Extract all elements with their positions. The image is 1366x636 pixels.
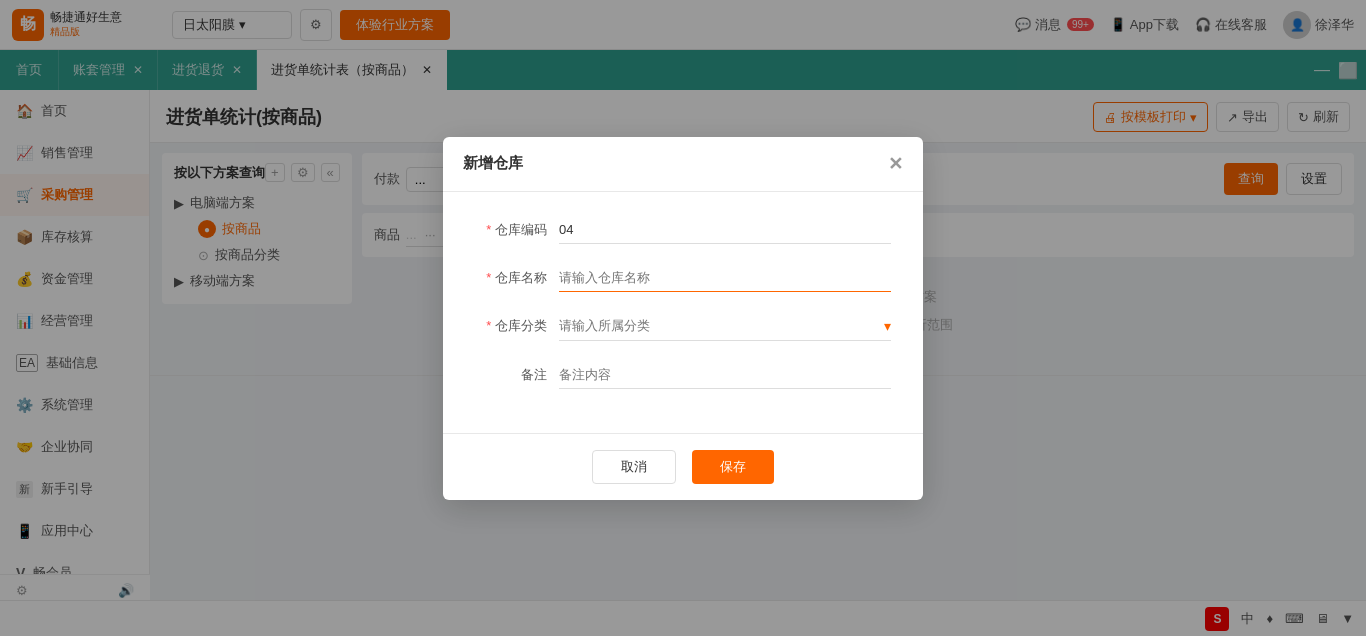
remark-label: 备注 bbox=[475, 366, 547, 384]
save-button[interactable]: 保存 bbox=[692, 450, 774, 484]
category-label: 仓库分类 bbox=[475, 317, 547, 335]
name-input[interactable] bbox=[559, 264, 891, 292]
form-row-remark: 备注 bbox=[475, 361, 891, 389]
dialog-title: 新增仓库 bbox=[463, 154, 523, 173]
dialog-body: 仓库编码 仓库名称 仓库分类 ▾ 备注 bbox=[443, 192, 923, 433]
category-select[interactable]: ▾ bbox=[559, 312, 891, 341]
form-row-name: 仓库名称 bbox=[475, 264, 891, 292]
cancel-button[interactable]: 取消 bbox=[592, 450, 676, 484]
category-chevron-icon: ▾ bbox=[884, 318, 891, 334]
dialog-overlay: 新增仓库 ✕ 仓库编码 仓库名称 仓库分类 ▾ bbox=[0, 0, 1366, 636]
name-label: 仓库名称 bbox=[475, 269, 547, 287]
dialog-footer: 取消 保存 bbox=[443, 433, 923, 500]
dialog-header: 新增仓库 ✕ bbox=[443, 137, 923, 192]
form-row-code: 仓库编码 bbox=[475, 216, 891, 244]
code-input[interactable] bbox=[559, 216, 891, 244]
remark-input[interactable] bbox=[559, 361, 891, 389]
category-input[interactable] bbox=[559, 318, 884, 333]
warehouse-dialog: 新增仓库 ✕ 仓库编码 仓库名称 仓库分类 ▾ bbox=[443, 137, 923, 500]
dialog-close-icon[interactable]: ✕ bbox=[888, 153, 903, 175]
form-row-category: 仓库分类 ▾ bbox=[475, 312, 891, 341]
code-label: 仓库编码 bbox=[475, 221, 547, 239]
